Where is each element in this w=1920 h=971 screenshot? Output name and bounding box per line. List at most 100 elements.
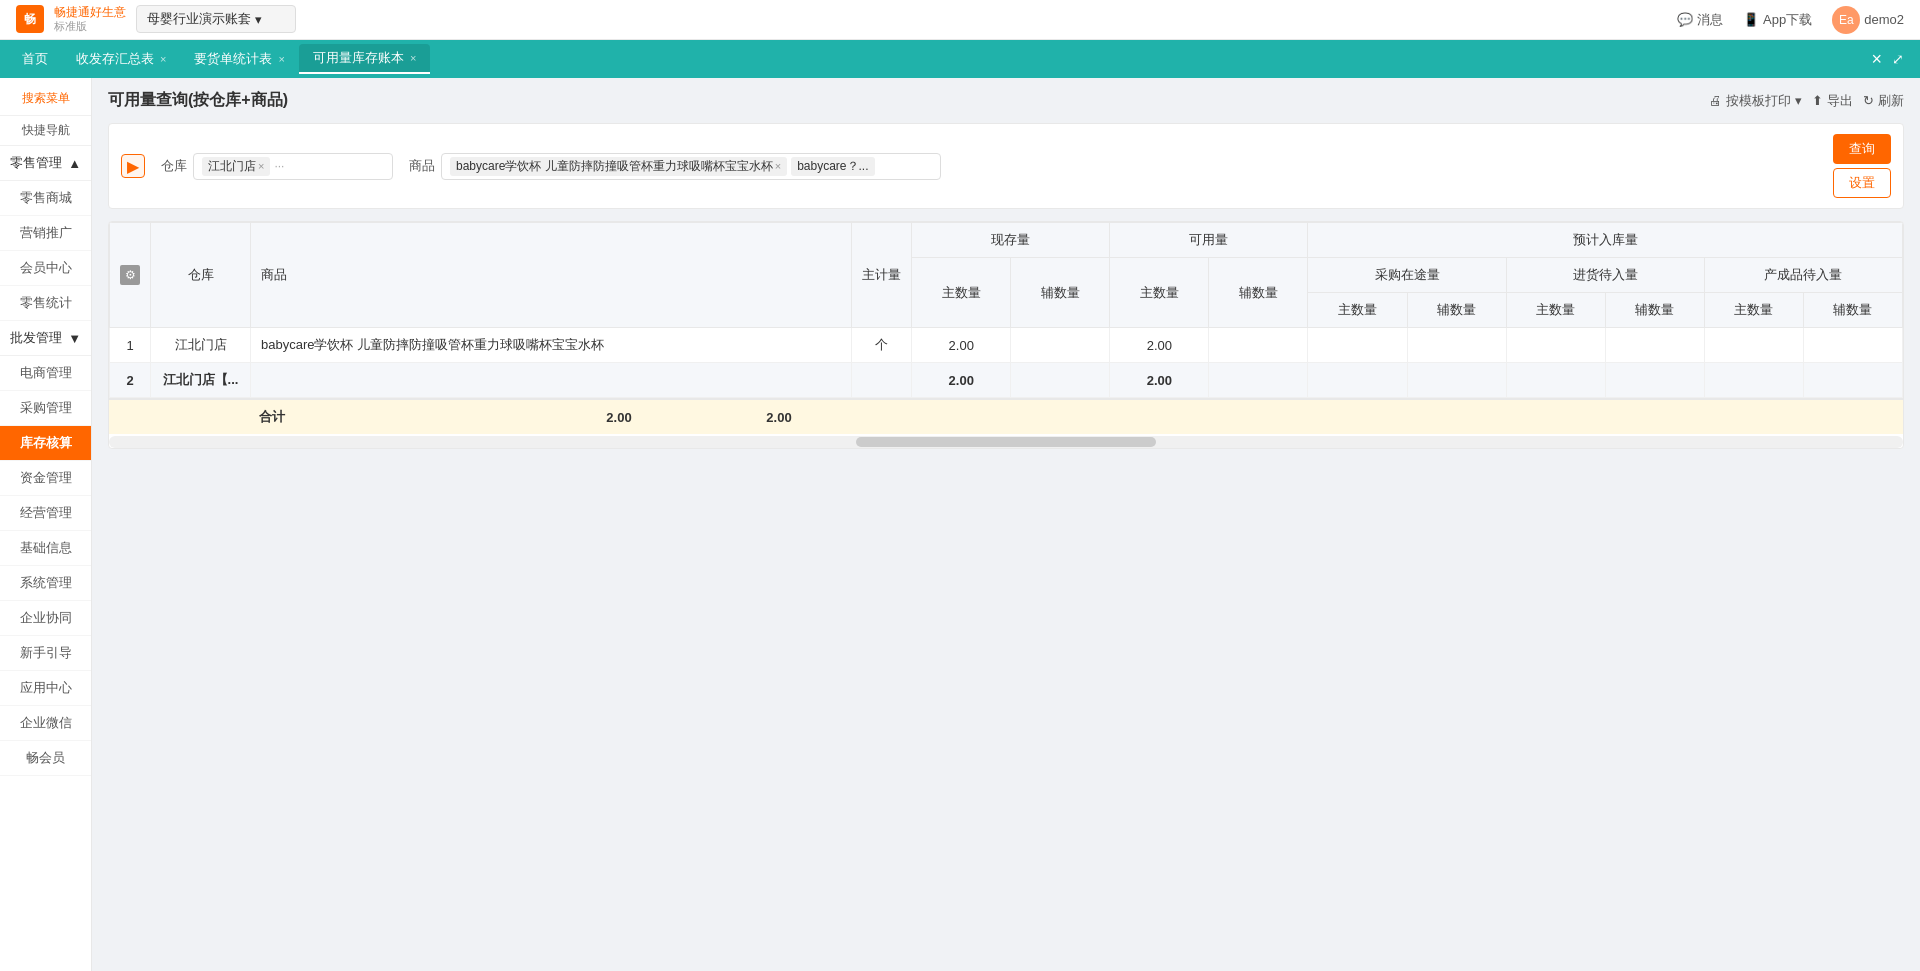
industry-selector[interactable]: 母婴行业演示账套 ▾ — [136, 5, 296, 33]
row2-no: 2 — [110, 363, 151, 398]
col-header-stock-main: 主数量 — [912, 258, 1011, 328]
chevron-down-icon: ▼ — [68, 331, 81, 346]
warehouse-input[interactable]: 江北门店 × ··· — [193, 153, 393, 180]
row2-product-main — [1704, 363, 1803, 398]
page-title: 可用量查询(按仓库+商品) — [108, 90, 288, 111]
row1-warehouse: 江北门店 — [151, 328, 251, 363]
sidebar-item-basic-info[interactable]: 基础信息 — [0, 531, 91, 566]
sidebar-item-purchase-mgmt[interactable]: 采购管理 — [0, 391, 91, 426]
dropdown-icon: ▾ — [1795, 93, 1802, 108]
scrollbar-thumb[interactable] — [856, 437, 1156, 447]
row2-unit — [852, 363, 912, 398]
sidebar-item-member-center[interactable]: 会员中心 — [0, 251, 91, 286]
sidebar-item-retail-stats[interactable]: 零售统计 — [0, 286, 91, 321]
filter-bar: ▶ 仓库 江北门店 × ··· 商品 babycare学饮杯 儿童防摔防撞吸管杯… — [108, 123, 1904, 209]
col-header-settings: ⚙ — [110, 223, 151, 328]
filter-actions: 查询 设置 — [1833, 134, 1891, 198]
col-header-main-unit: 主计量 — [852, 223, 912, 328]
sidebar-item-retail-mgmt[interactable]: 零售管理 ▲ — [0, 146, 91, 181]
top-bar-left: 畅 畅捷通好生意 标准版 母婴行业演示账套 ▾ — [16, 5, 296, 34]
row2-warehouse: 江北门店【... — [151, 363, 251, 398]
sidebar: 搜索菜单 快捷导航 零售管理 ▲ 零售商城 营销推广 会员中心 零售统计 批发管… — [0, 78, 92, 971]
warehouse-filter: 仓库 江北门店 × ··· — [161, 153, 393, 180]
row2-avail-aux — [1209, 363, 1308, 398]
sidebar-item-app-center[interactable]: 应用中心 — [0, 671, 91, 706]
tab-home[interactable]: 首页 — [8, 44, 62, 74]
maximize-window-icon[interactable]: ⤢ — [1892, 51, 1904, 67]
sidebar-item-finance-mgmt[interactable]: 资金管理 — [0, 461, 91, 496]
row1-incoming-main — [1506, 328, 1605, 363]
brand-info: 畅捷通好生意 标准版 — [54, 5, 126, 34]
tab-order-stat[interactable]: 要货单统计表 × — [180, 44, 298, 74]
row1-product-aux — [1803, 328, 1902, 363]
col-header-warehouse: 仓库 — [151, 223, 251, 328]
col-header-available: 可用量 — [1110, 223, 1308, 258]
sidebar-item-ecommerce[interactable]: 电商管理 — [0, 356, 91, 391]
export-button[interactable]: ⬆ 导出 — [1812, 92, 1853, 110]
query-button[interactable]: 查询 — [1833, 134, 1891, 164]
refresh-button[interactable]: ↻ 刷新 — [1863, 92, 1904, 110]
tab-available-stock[interactable]: 可用量库存账本 × — [299, 44, 430, 74]
chevron-up-icon: ▲ — [68, 156, 81, 171]
footer-stock-main-total: 2.00 — [579, 410, 659, 425]
col-header-avail-main: 主数量 — [1110, 258, 1209, 328]
product-tag-2: babycare？... — [791, 157, 874, 176]
footer-avail-main-total: 2.00 — [739, 410, 819, 425]
row2-incoming-aux — [1605, 363, 1704, 398]
sidebar-item-operations-mgmt[interactable]: 经营管理 — [0, 496, 91, 531]
col-header-planned-inbound: 预计入库量 — [1308, 223, 1903, 258]
sidebar-item-inventory-check[interactable]: 库存核算 — [0, 426, 91, 461]
col-header-product-pending: 产成品待入量 — [1704, 258, 1902, 293]
sidebar-item-retail-mall[interactable]: 零售商城 — [0, 181, 91, 216]
sidebar-item-enterprise-wechat[interactable]: 企业微信 — [0, 706, 91, 741]
row2-stock-main: 2.00 — [912, 363, 1011, 398]
remove-warehouse-tag[interactable]: × — [258, 160, 264, 172]
brand-name: 畅捷通好生意 — [54, 5, 126, 19]
col-header-stock-aux: 辅数量 — [1011, 258, 1110, 328]
sidebar-quick-nav[interactable]: 快捷导航 — [0, 116, 91, 146]
row1-product: babycare学饮杯 儿童防摔防撞吸管杯重力球吸嘴杯宝宝水杯 — [251, 328, 852, 363]
sidebar-item-system-mgmt[interactable]: 系统管理 — [0, 566, 91, 601]
page-header: 可用量查询(按仓库+商品) 🖨 按模板打印 ▾ ⬆ 导出 ↻ 刷新 — [108, 90, 1904, 111]
horizontal-scrollbar[interactable] — [109, 436, 1903, 448]
product-input[interactable]: babycare学饮杯 儿童防摔防撞吸管杯重力球吸嘴杯宝宝水杯 × babyca… — [441, 153, 941, 180]
sidebar-item-vip-member[interactable]: 畅会员 — [0, 741, 91, 776]
sidebar-item-marketing[interactable]: 营销推广 — [0, 216, 91, 251]
table-settings-icon[interactable]: ⚙ — [120, 265, 140, 285]
row2-stock-aux — [1011, 363, 1110, 398]
row2-purchase-transit-main — [1308, 363, 1407, 398]
col-header-purchase-transit-aux: 辅数量 — [1407, 293, 1506, 328]
row1-avail-aux — [1209, 328, 1308, 363]
close-window-icon[interactable]: × — [1871, 49, 1882, 70]
content-area: 可用量查询(按仓库+商品) 🖨 按模板打印 ▾ ⬆ 导出 ↻ 刷新 ▶ — [92, 78, 1920, 971]
tab-receive-pay[interactable]: 收发存汇总表 × — [62, 44, 180, 74]
close-tab-order-stat[interactable]: × — [278, 53, 284, 65]
sidebar-item-wholesale-mgmt[interactable]: 批发管理 ▼ — [0, 321, 91, 356]
col-header-product: 商品 — [251, 223, 852, 328]
phone-icon: 📱 — [1743, 12, 1759, 27]
settings-button[interactable]: 设置 — [1833, 168, 1891, 198]
table-row: 1 江北门店 babycare学饮杯 儿童防摔防撞吸管杯重力球吸嘴杯宝宝水杯 个… — [110, 328, 1903, 363]
close-tab-receive-pay[interactable]: × — [160, 53, 166, 65]
remove-product-tag-1[interactable]: × — [775, 160, 781, 172]
nav-tabs: 首页 收发存汇总表 × 要货单统计表 × 可用量库存账本 × × ⤢ — [0, 40, 1920, 78]
refresh-icon: ↻ — [1863, 93, 1874, 108]
row2-avail-main: 2.00 — [1110, 363, 1209, 398]
app-download-button[interactable]: 📱 App下载 — [1743, 11, 1812, 29]
user-menu[interactable]: Ea demo2 — [1832, 6, 1904, 34]
sidebar-item-new-guide[interactable]: 新手引导 — [0, 636, 91, 671]
sidebar-search[interactable]: 搜索菜单 — [0, 82, 91, 116]
message-icon: 💬 — [1677, 12, 1693, 27]
col-header-purchase-transit: 采购在途量 — [1308, 258, 1506, 293]
col-header-product-aux: 辅数量 — [1803, 293, 1902, 328]
template-print-button[interactable]: 🖨 按模板打印 ▾ — [1709, 92, 1802, 110]
row1-unit: 个 — [852, 328, 912, 363]
message-button[interactable]: 💬 消息 — [1677, 11, 1723, 29]
print-icon: 🖨 — [1709, 93, 1722, 108]
close-tab-available-stock[interactable]: × — [410, 52, 416, 64]
chevron-down-icon: ▾ — [255, 12, 262, 27]
product-tag-1: babycare学饮杯 儿童防摔防撞吸管杯重力球吸嘴杯宝宝水杯 × — [450, 157, 787, 176]
sidebar-item-enterprise-collab[interactable]: 企业协同 — [0, 601, 91, 636]
data-table: ⚙ 仓库 商品 主计量 现存量 可用量 预计入库量 主数量 辅数量 主数量 辅数… — [108, 221, 1904, 449]
filter-toggle-button[interactable]: ▶ — [121, 154, 145, 178]
